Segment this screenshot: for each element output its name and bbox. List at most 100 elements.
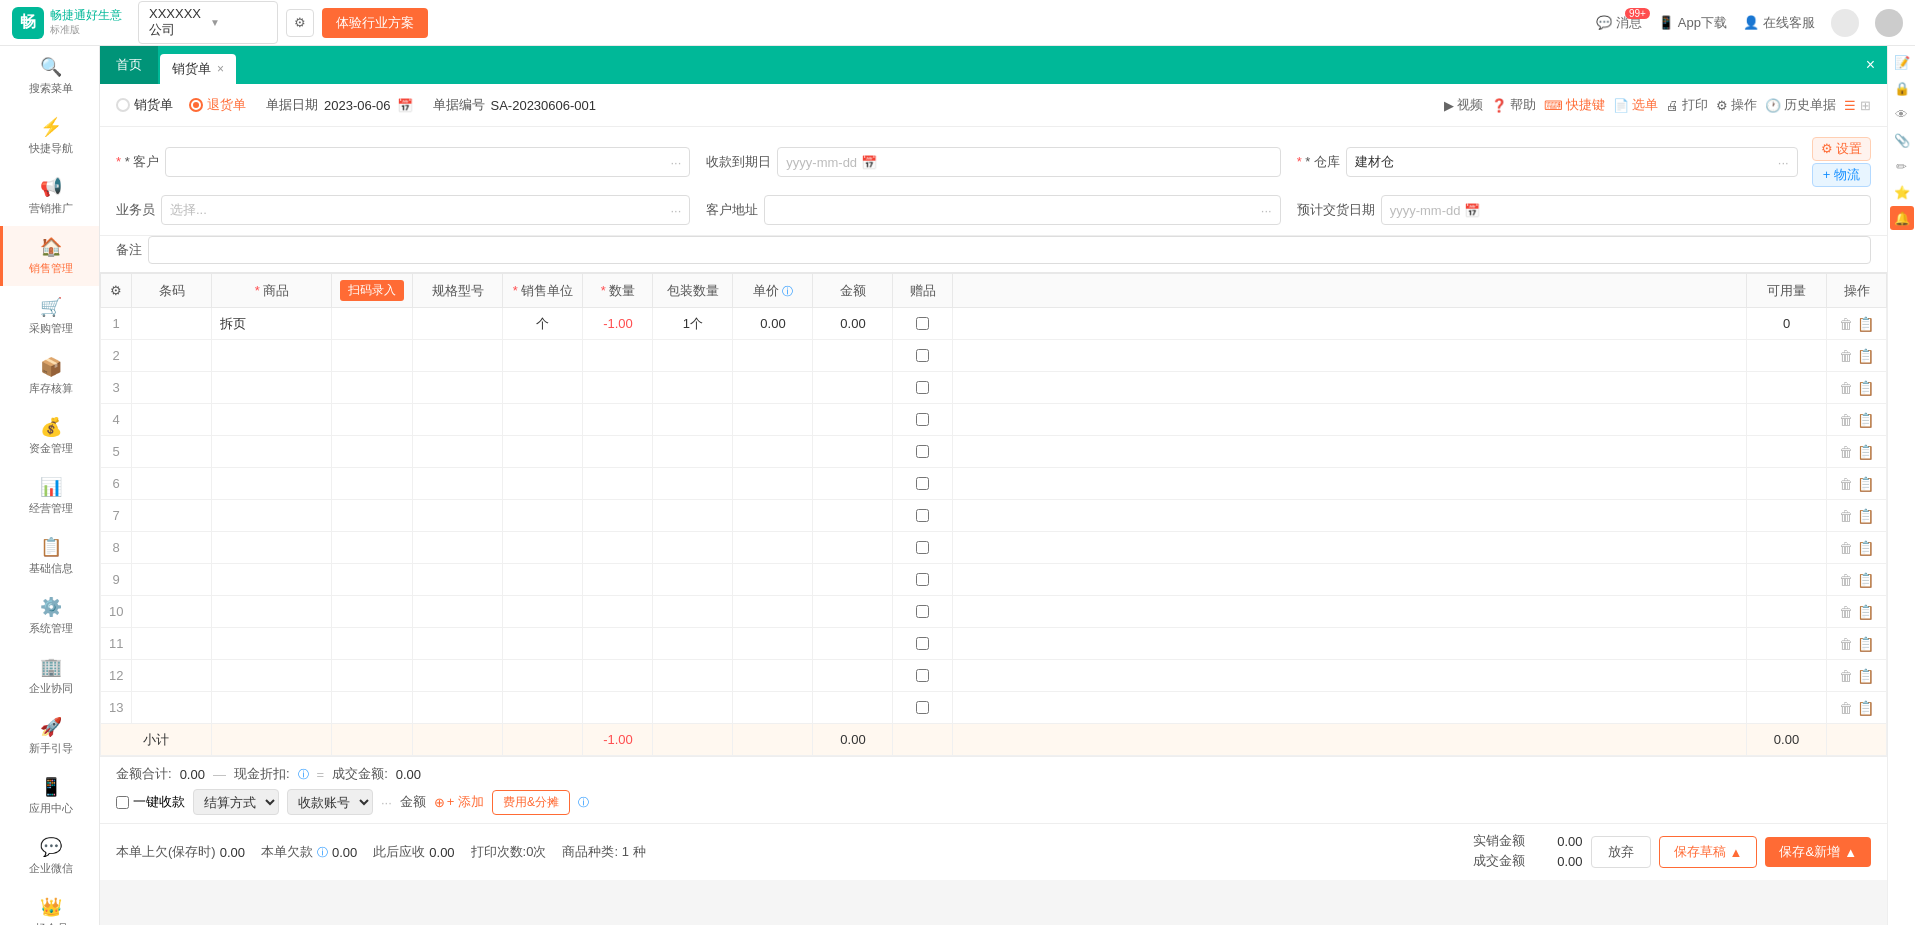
help-btn[interactable]: ❓ 帮助	[1491, 96, 1536, 114]
copy-row-icon[interactable]: 📋	[1857, 636, 1874, 652]
delete-row-icon[interactable]: 🗑	[1839, 540, 1853, 556]
copy-row-icon[interactable]: 📋	[1857, 476, 1874, 492]
delete-row-icon[interactable]: 🗑	[1839, 508, 1853, 524]
copy-row-icon[interactable]: 📋	[1857, 508, 1874, 524]
sidebar-item-system[interactable]: ⚙️ 系统管理	[0, 586, 99, 646]
col-settings[interactable]: ⚙	[101, 274, 132, 308]
sidebar-item-member[interactable]: 👑 畅会员	[0, 886, 99, 925]
sidebar-item-operations[interactable]: 📊 经营管理	[0, 466, 99, 526]
settlement-method-select[interactable]: 结算方式	[193, 789, 279, 815]
copy-row-icon[interactable]: 📋	[1857, 412, 1874, 428]
avatar-extra[interactable]	[1875, 9, 1903, 37]
col-scan[interactable]: 扫码录入	[332, 274, 413, 308]
right-panel-btn-6[interactable]: ⭐	[1890, 180, 1914, 204]
return-order-radio[interactable]: 退货单	[189, 96, 246, 114]
fee-btn[interactable]: 费用&分摊	[492, 790, 570, 815]
copy-row-icon[interactable]: 📋	[1857, 604, 1874, 620]
abandon-btn[interactable]: 放弃	[1591, 836, 1651, 868]
sidebar-item-search[interactable]: 🔍 搜索菜单	[0, 46, 99, 106]
logistics-btn[interactable]: + 物流	[1812, 163, 1871, 187]
copy-row-icon[interactable]: 📋	[1857, 444, 1874, 460]
right-panel-btn-3[interactable]: 👁	[1890, 102, 1914, 126]
copy-row-icon[interactable]: 📋	[1857, 348, 1874, 364]
sidebar-item-capital[interactable]: 💰 资金管理	[0, 406, 99, 466]
sidebar-item-quick-nav[interactable]: ⚡ 快捷导航	[0, 106, 99, 166]
sales-order-radio[interactable]: 销货单	[116, 96, 173, 114]
tab-home[interactable]: 首页	[100, 46, 158, 84]
app-download-btn[interactable]: 📱 App下载	[1658, 14, 1727, 32]
sidebar-item-app-center[interactable]: 📱 应用中心	[0, 766, 99, 826]
delete-row-icon[interactable]: 🗑	[1839, 572, 1853, 588]
online-service-btn[interactable]: 👤 在线客服	[1743, 14, 1815, 32]
settings-icon[interactable]: ⚙	[286, 9, 314, 37]
delete-row-icon[interactable]: 🗑	[1839, 316, 1853, 332]
delete-row-icon[interactable]: 🗑	[1839, 444, 1853, 460]
trial-btn[interactable]: 体验行业方案	[322, 8, 428, 38]
delivery-date-input[interactable]: yyyy-mm-dd 📅	[1381, 195, 1871, 225]
customer-dots[interactable]: ···	[670, 155, 681, 170]
payment-due-input[interactable]: yyyy-mm-dd 📅	[777, 147, 1280, 177]
sidebar-item-basic[interactable]: 📋 基础信息	[0, 526, 99, 586]
delete-row-icon[interactable]: 🗑	[1839, 476, 1853, 492]
copy-row-icon[interactable]: 📋	[1857, 668, 1874, 684]
sidebar-item-purchase[interactable]: 🛒 采购管理	[0, 286, 99, 346]
address-dots[interactable]: ···	[1261, 203, 1272, 218]
save-new-btn[interactable]: 保存&新增 ▲	[1765, 837, 1871, 867]
select-order-btn[interactable]: 📄 选单	[1613, 96, 1658, 114]
delete-row-icon[interactable]: 🗑	[1839, 668, 1853, 684]
delete-row-icon[interactable]: 🗑	[1839, 636, 1853, 652]
shortcut-btn[interactable]: ⌨ 快捷键	[1544, 96, 1605, 114]
delete-row-icon[interactable]: 🗑	[1839, 380, 1853, 396]
sidebar-item-enterprise[interactable]: 🏢 企业协同	[0, 646, 99, 706]
tab-close-icon[interactable]: ×	[217, 62, 224, 76]
one-click-checkbox[interactable]: 一键收款	[116, 793, 185, 811]
customer-address-input[interactable]: ···	[764, 195, 1280, 225]
setup-btn[interactable]: ⚙ 设置	[1812, 137, 1871, 161]
save-draft-btn[interactable]: 保存草稿 ▲	[1659, 836, 1758, 868]
right-panel-btn-5[interactable]: ✏	[1890, 154, 1914, 178]
right-panel-btn-2[interactable]: 🔒	[1890, 76, 1914, 100]
copy-row-icon[interactable]: 📋	[1857, 572, 1874, 588]
delete-row-icon[interactable]: 🗑	[1839, 604, 1853, 620]
operations-btn[interactable]: ⚙ 操作	[1716, 96, 1757, 114]
warehouse-input[interactable]: 建材仓 ···	[1346, 147, 1798, 177]
sidebar-item-sales[interactable]: 🏠 销售管理	[0, 226, 99, 286]
print-btn[interactable]: 🖨 打印	[1666, 96, 1708, 114]
right-panel-btn-7[interactable]: 🔔	[1890, 206, 1914, 230]
salesperson-dots[interactable]: ···	[670, 203, 681, 218]
warehouse-dots[interactable]: ···	[1778, 155, 1789, 170]
avatar[interactable]	[1831, 9, 1859, 37]
sidebar-item-guide[interactable]: 🚀 新手引导	[0, 706, 99, 766]
right-panel-btn-4[interactable]: 📎	[1890, 128, 1914, 152]
sidebar-item-inventory[interactable]: 📦 库存核算	[0, 346, 99, 406]
delivery-calendar-icon[interactable]: 📅	[1464, 203, 1480, 218]
payment-calendar-icon[interactable]: 📅	[861, 155, 877, 170]
customer-input[interactable]: ···	[165, 147, 690, 177]
tab-sales-order[interactable]: 销货单 ×	[160, 54, 236, 84]
sidebar-item-marketing[interactable]: 📢 营销推广	[0, 166, 99, 226]
copy-row-icon[interactable]: 📋	[1857, 316, 1874, 332]
account-dots[interactable]: ···	[381, 795, 392, 810]
notes-input[interactable]	[148, 236, 1871, 264]
sidebar-item-wechat[interactable]: 💬 企业微信	[0, 826, 99, 886]
delete-row-icon[interactable]: 🗑	[1839, 412, 1853, 428]
copy-row-icon[interactable]: 📋	[1857, 540, 1874, 556]
right-panel-btn-1[interactable]: 📝	[1890, 50, 1914, 74]
company-selector[interactable]: XXXXXX公司 ▼	[138, 1, 278, 44]
list-view-btn[interactable]: ☰	[1844, 98, 1856, 113]
history-btn[interactable]: 🕐 历史单据	[1765, 96, 1836, 114]
one-click-checkbox-input[interactable]	[116, 796, 129, 809]
grid-view-btn[interactable]: ⊞	[1860, 98, 1871, 113]
calendar-icon[interactable]: 📅	[397, 98, 413, 113]
account-number-select[interactable]: 收款账号	[287, 789, 373, 815]
salesperson-input[interactable]: 选择... ···	[161, 195, 690, 225]
copy-row-icon[interactable]: 📋	[1857, 380, 1874, 396]
add-btn[interactable]: ⊕ + 添加	[434, 793, 484, 811]
scan-btn[interactable]: 扫码录入	[340, 280, 404, 301]
video-btn[interactable]: ▶ 视频	[1444, 96, 1483, 114]
close-all-tabs-btn[interactable]: ×	[1854, 56, 1887, 74]
delete-row-icon[interactable]: 🗑	[1839, 700, 1853, 716]
copy-row-icon[interactable]: 📋	[1857, 700, 1874, 716]
message-btn[interactable]: 💬 消息 99+	[1596, 14, 1642, 32]
delete-row-icon[interactable]: 🗑	[1839, 348, 1853, 364]
